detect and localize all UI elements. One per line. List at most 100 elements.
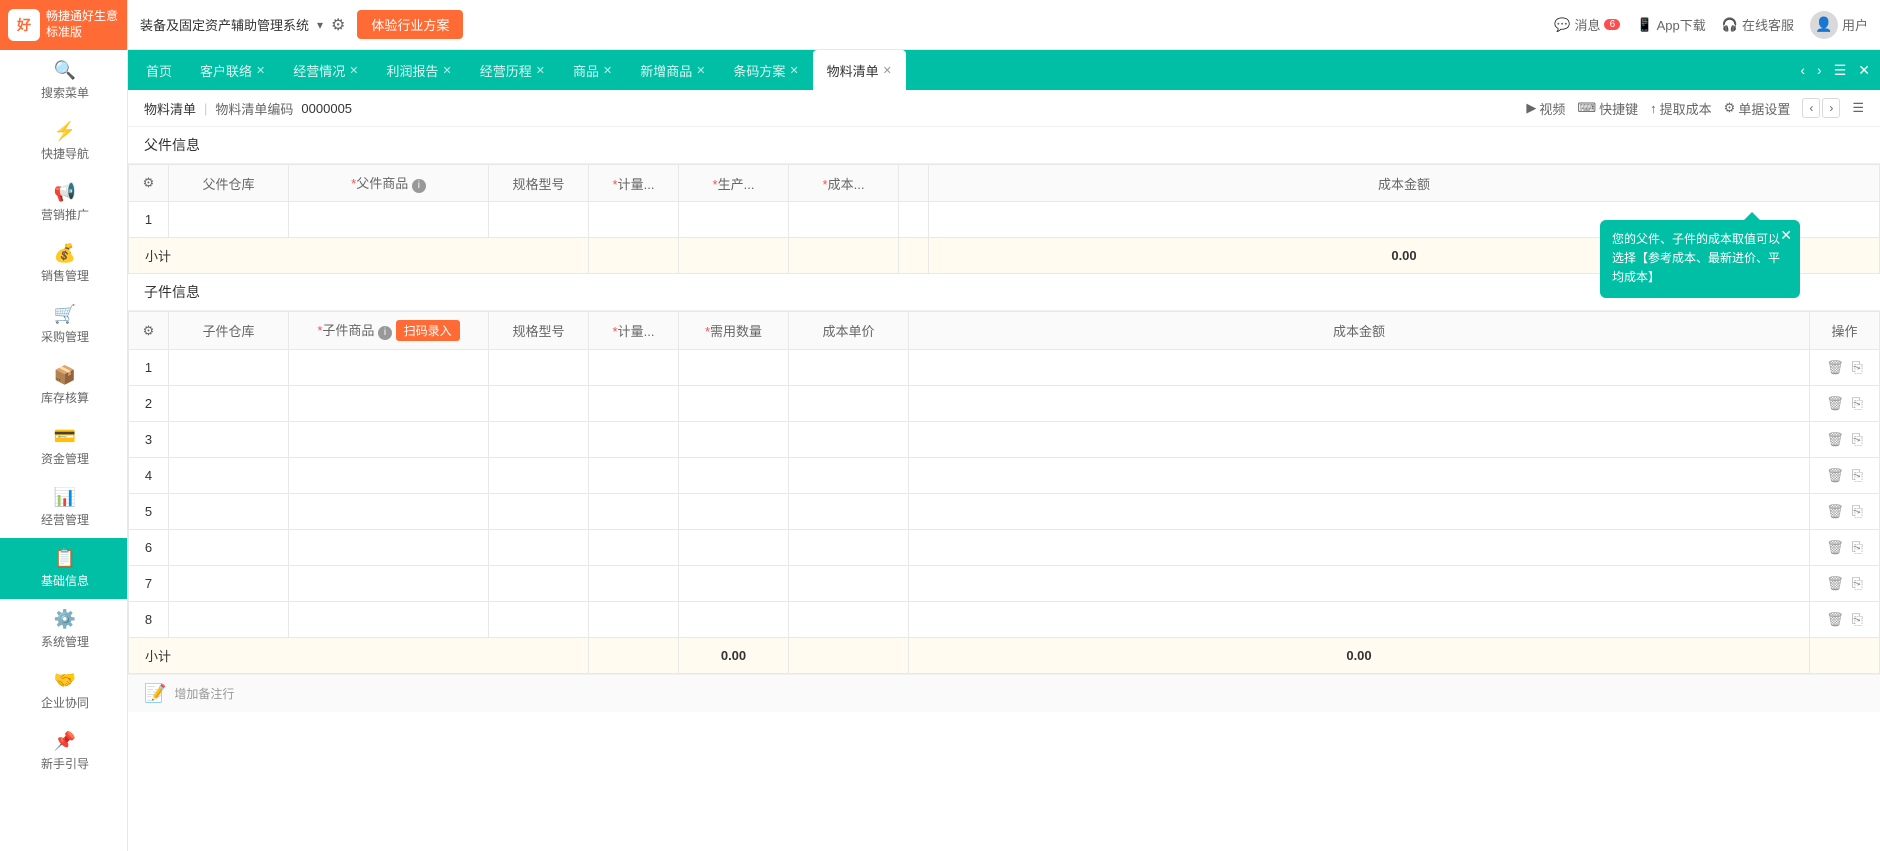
delete-icon-row7[interactable]: 🗑 [1826, 575, 1844, 591]
tooltip-close[interactable]: ✕ [1780, 224, 1792, 246]
tab-barcode[interactable]: 条码方案 ✕ [719, 50, 812, 90]
tab-close-new-product[interactable]: ✕ [696, 64, 705, 77]
delete-icon-row5[interactable]: 🗑 [1826, 503, 1844, 519]
extract-cost-button[interactable]: ↑ 提取成本 [1650, 99, 1712, 118]
child-row7-needed[interactable] [679, 566, 789, 602]
copy-icon-row1[interactable]: ⎘ [1852, 359, 1863, 375]
sidebar-item-search[interactable]: 🔍 搜索菜单 [0, 50, 127, 111]
child-row3-spec[interactable] [489, 422, 589, 458]
copy-icon-row3[interactable]: ⎘ [1852, 431, 1863, 447]
child-row5-warehouse[interactable] [169, 494, 289, 530]
child-row2-needed[interactable] [679, 386, 789, 422]
tab-home[interactable]: 首页 [132, 50, 186, 90]
child-row4-unitcost[interactable] [789, 458, 909, 494]
sidebar-item-basic[interactable]: 📋 基础信息 [0, 538, 127, 599]
sidebar-item-quick-nav[interactable]: ⚡ 快捷导航 [0, 111, 127, 172]
child-row8-needed[interactable] [679, 602, 789, 638]
copy-icon-row5[interactable]: ⎘ [1852, 503, 1863, 519]
parent-row1-warehouse[interactable] [169, 202, 289, 238]
child-row1-needed[interactable] [679, 350, 789, 386]
child-row6-warehouse[interactable] [169, 530, 289, 566]
delete-icon-row8[interactable]: 🗑 [1826, 611, 1844, 627]
delete-icon-row3[interactable]: 🗑 [1826, 431, 1844, 447]
tab-close-customer[interactable]: ✕ [256, 64, 265, 77]
tab-close-product[interactable]: ✕ [603, 64, 612, 77]
child-row7-qty[interactable] [589, 566, 679, 602]
sidebar-item-system[interactable]: ⚙️ 系统管理 [0, 599, 127, 660]
child-row7-spec[interactable] [489, 566, 589, 602]
parent-row1-prod[interactable] [679, 202, 789, 238]
scan-input-button[interactable]: 扫码录入 [396, 320, 460, 341]
delete-icon-row2[interactable]: 🗑 [1826, 395, 1844, 411]
tab-op-history[interactable]: 经营历程 ✕ [466, 50, 559, 90]
sidebar-item-inventory[interactable]: 📦 库存核算 [0, 355, 127, 416]
breadcrumb-bom[interactable]: 物料清单 [144, 99, 196, 118]
trial-button[interactable]: 体验行业方案 [357, 10, 463, 39]
tab-product[interactable]: 商品 ✕ [559, 50, 626, 90]
delete-icon-row1[interactable]: 🗑 [1826, 359, 1844, 375]
video-button[interactable]: ▶ 视频 [1526, 99, 1565, 118]
online-service-button[interactable]: 🎧 在线客服 [1722, 15, 1794, 34]
layout-icon[interactable]: ☰ [1852, 100, 1864, 116]
copy-icon-row6[interactable]: ⎘ [1852, 539, 1863, 555]
delete-icon-row4[interactable]: 🗑 [1826, 467, 1844, 483]
tab-operation-status[interactable]: 经营情况 ✕ [279, 50, 372, 90]
gear-icon[interactable]: ⚙ [331, 15, 345, 35]
child-row2-qty[interactable] [589, 386, 679, 422]
tab-close-operation-status[interactable]: ✕ [349, 64, 358, 77]
child-row8-unitcost[interactable] [789, 602, 909, 638]
child-row5-product[interactable] [289, 494, 489, 530]
parent-row1-spec[interactable] [489, 202, 589, 238]
child-row6-qty[interactable] [589, 530, 679, 566]
child-row7-product[interactable] [289, 566, 489, 602]
tab-menu-icon[interactable]: ☰ [1828, 62, 1853, 79]
child-row3-warehouse[interactable] [169, 422, 289, 458]
child-row1-qty[interactable] [589, 350, 679, 386]
copy-icon-row7[interactable]: ⎘ [1852, 575, 1863, 591]
shortcut-button[interactable]: ⌨ 快捷键 [1577, 99, 1638, 118]
child-row3-product[interactable] [289, 422, 489, 458]
tab-close-barcode[interactable]: ✕ [789, 64, 798, 77]
child-row3-needed[interactable] [679, 422, 789, 458]
nav-next[interactable]: › [1822, 98, 1840, 118]
child-row3-qty[interactable] [589, 422, 679, 458]
tab-profit[interactable]: 利润报告 ✕ [372, 50, 465, 90]
copy-icon-row4[interactable]: ⎘ [1852, 467, 1863, 483]
copy-icon-row8[interactable]: ⎘ [1852, 611, 1863, 627]
child-row6-needed[interactable] [679, 530, 789, 566]
child-row1-warehouse[interactable] [169, 350, 289, 386]
add-note-icon[interactable]: 📝 [144, 683, 166, 704]
sidebar-item-guide[interactable]: 📌 新手引导 [0, 721, 127, 782]
delete-icon-row6[interactable]: 🗑 [1826, 539, 1844, 555]
child-row1-spec[interactable] [489, 350, 589, 386]
sidebar-item-operation[interactable]: 📊 经营管理 [0, 477, 127, 538]
tab-next-arrow[interactable]: › [1811, 62, 1828, 78]
app-download-button[interactable]: 📱 App下载 [1636, 15, 1705, 34]
child-row4-warehouse[interactable] [169, 458, 289, 494]
child-row6-unitcost[interactable] [789, 530, 909, 566]
child-row2-unitcost[interactable] [789, 386, 909, 422]
copy-icon-row2[interactable]: ⎘ [1852, 395, 1863, 411]
child-row2-warehouse[interactable] [169, 386, 289, 422]
child-row4-spec[interactable] [489, 458, 589, 494]
child-row4-qty[interactable] [589, 458, 679, 494]
parent-row1-qty[interactable] [589, 202, 679, 238]
child-row1-unitcost[interactable] [789, 350, 909, 386]
message-button[interactable]: 💬 消息 6 [1554, 15, 1620, 34]
tab-new-product[interactable]: 新增商品 ✕ [626, 50, 719, 90]
child-row5-qty[interactable] [589, 494, 679, 530]
child-row8-warehouse[interactable] [169, 602, 289, 638]
child-row8-spec[interactable] [489, 602, 589, 638]
child-row5-needed[interactable] [679, 494, 789, 530]
system-dropdown-icon[interactable]: ▾ [317, 18, 323, 32]
sidebar-item-purchase[interactable]: 🛒 采购管理 [0, 294, 127, 355]
parent-product-info-icon[interactable]: i [412, 179, 426, 193]
child-row4-product[interactable] [289, 458, 489, 494]
parent-row1-cost[interactable] [789, 202, 899, 238]
child-row8-product[interactable] [289, 602, 489, 638]
child-row1-product[interactable] [289, 350, 489, 386]
child-row7-unitcost[interactable] [789, 566, 909, 602]
tab-close-bom[interactable]: ✕ [883, 64, 892, 77]
sidebar-item-finance[interactable]: 💳 资金管理 [0, 416, 127, 477]
parent-row1-product[interactable] [289, 202, 489, 238]
